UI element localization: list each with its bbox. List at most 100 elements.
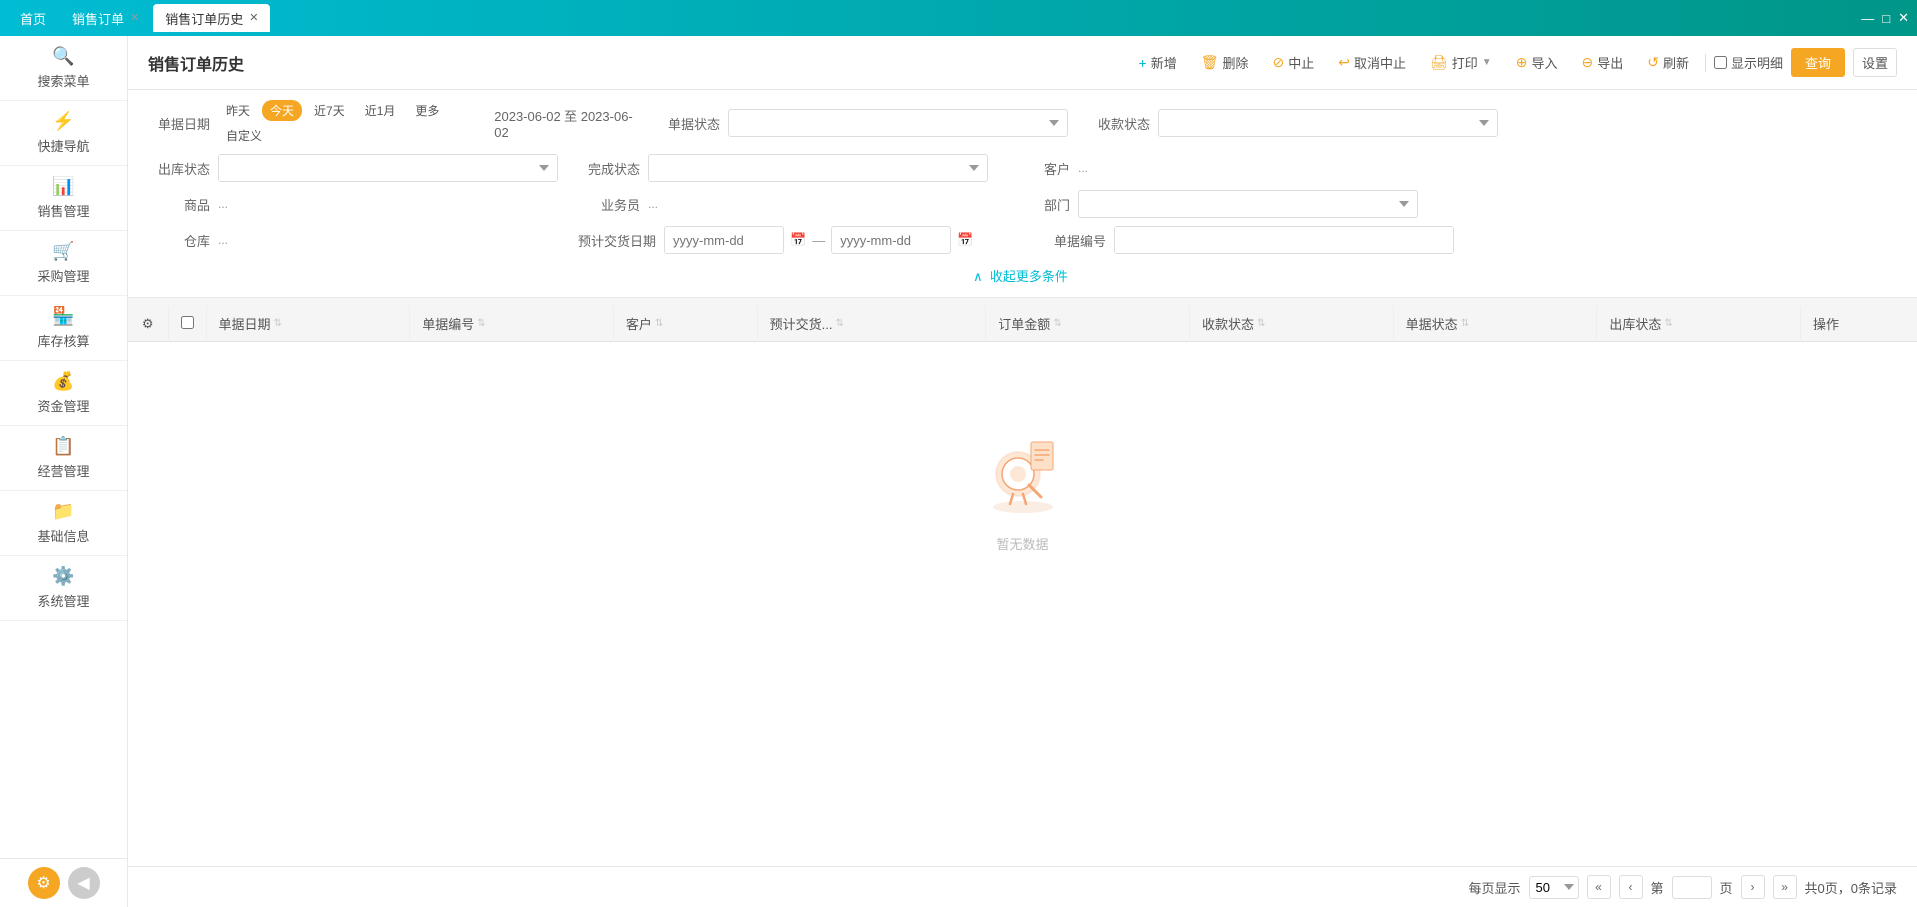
- th-out-status-sort[interactable]: 出库状态 ⇅: [1609, 314, 1788, 333]
- sidebar-item-operations-label: 经营管理: [37, 461, 89, 480]
- out-status-select[interactable]: [218, 154, 558, 182]
- page-next-btn[interactable]: ›: [1741, 875, 1765, 899]
- page-last-btn[interactable]: »: [1773, 875, 1797, 899]
- expected-date-control: 📅 — 📅: [664, 226, 1024, 254]
- th-checkbox[interactable]: [168, 306, 206, 342]
- date-tag-7days[interactable]: 近7天: [306, 100, 353, 121]
- export-label: 导出: [1597, 53, 1623, 72]
- print-button[interactable]: 🖨 打印 ▼: [1422, 49, 1500, 76]
- sidebar-item-search-menu[interactable]: 🔍 搜索菜单: [0, 36, 127, 101]
- page-prev-btn[interactable]: ‹: [1619, 875, 1643, 899]
- window-maximize-icon[interactable]: □: [1882, 11, 1890, 26]
- sidebar-item-quick-nav[interactable]: ⚡ 快捷导航: [0, 101, 127, 166]
- tab-home[interactable]: 首页: [8, 4, 58, 32]
- show-details-checkbox[interactable]: 显示明细: [1714, 53, 1783, 72]
- settings-button[interactable]: 设置: [1853, 48, 1897, 77]
- sidebar-settings-btn[interactable]: ⚙: [28, 867, 60, 899]
- sidebar-item-sales-mgmt[interactable]: 📊 销售管理: [0, 166, 127, 231]
- show-details-input[interactable]: [1714, 56, 1727, 69]
- export-button[interactable]: ⊖ 导出: [1573, 49, 1631, 76]
- cancel-stop-button[interactable]: ↩ 取消中止: [1330, 49, 1414, 76]
- salesperson-ellipsis[interactable]: ...: [648, 197, 658, 211]
- th-date-sort[interactable]: 单据日期 ⇅: [219, 314, 398, 333]
- dept-select[interactable]: [1078, 190, 1418, 218]
- th-out-status[interactable]: 出库状态 ⇅: [1597, 306, 1801, 342]
- sidebar-item-purchase-mgmt[interactable]: 🛒 采购管理: [0, 231, 127, 296]
- th-amount[interactable]: 订单金额 ⇅: [986, 306, 1190, 342]
- th-bill-no[interactable]: 单据编号 ⇅: [410, 306, 614, 342]
- sidebar-expand-btn[interactable]: ◀: [68, 867, 100, 899]
- date-tag-yesterday[interactable]: 昨天: [218, 100, 258, 121]
- window-close-icon[interactable]: ✕: [1898, 10, 1909, 26]
- th-receipt-status[interactable]: 收款状态 ⇅: [1189, 306, 1393, 342]
- basic-info-icon: 📁: [52, 501, 74, 522]
- import-button[interactable]: ⊕ 导入: [1508, 49, 1566, 76]
- page-number-input[interactable]: 1: [1672, 876, 1712, 899]
- th-amount-sort[interactable]: 订单金额 ⇅: [998, 314, 1177, 333]
- page-size-select[interactable]: 50 10 20 100: [1529, 876, 1579, 899]
- complete-status-select[interactable]: [648, 154, 988, 182]
- sidebar-item-inventory[interactable]: 🏪 库存核算: [0, 296, 127, 361]
- customer-ellipsis[interactable]: ...: [1078, 161, 1088, 175]
- th-customer[interactable]: 客户 ⇅: [613, 306, 757, 342]
- goods-ellipsis[interactable]: ...: [218, 197, 228, 211]
- th-bill-status[interactable]: 单据状态 ⇅: [1393, 306, 1597, 342]
- tab-sales-order-label: 销售订单: [72, 9, 124, 28]
- collapse-bar[interactable]: ∧ 收起更多条件: [148, 262, 1897, 287]
- th-amount-label: 订单金额: [998, 314, 1050, 333]
- tab-sales-order-close[interactable]: ✕: [130, 13, 139, 24]
- th-receipt-status-label: 收款状态: [1202, 314, 1254, 333]
- sidebar-item-basic-info[interactable]: 📁 基础信息: [0, 491, 127, 556]
- tab-sales-order-history-close[interactable]: ✕: [249, 13, 258, 24]
- th-customer-sort-icon: ⇅: [655, 318, 663, 329]
- th-expected-date-sort[interactable]: 预计交货... ⇅: [770, 314, 974, 333]
- th-customer-label: 客户: [626, 314, 652, 333]
- th-settings[interactable]: ⚙: [128, 306, 168, 342]
- delete-button[interactable]: 🗑 删除: [1193, 49, 1257, 76]
- system-mgmt-icon: ⚙️: [52, 566, 74, 587]
- receipt-status-select[interactable]: [1158, 109, 1498, 137]
- window-minimize-icon[interactable]: —: [1861, 11, 1874, 26]
- sidebar-item-quick-nav-label: 快捷导航: [37, 136, 89, 155]
- bill-number-label: 单据编号: [1044, 231, 1114, 250]
- stop-icon: ⊘: [1273, 54, 1285, 71]
- footer-pagination: 每页显示 50 10 20 100 « ‹ 第 1 页 › » 共0页，0条记录: [128, 866, 1917, 907]
- cancel-stop-icon: ↩: [1338, 54, 1350, 71]
- date-tag-more[interactable]: 更多: [407, 100, 447, 121]
- receipt-status-label: 收款状态: [1088, 114, 1158, 133]
- expected-date-start[interactable]: [664, 226, 784, 254]
- refresh-button[interactable]: ↺ 刷新: [1639, 49, 1697, 76]
- date-tag-today[interactable]: 今天: [262, 100, 302, 121]
- page-first-btn[interactable]: «: [1587, 875, 1611, 899]
- sidebar-item-system-mgmt[interactable]: ⚙️ 系统管理: [0, 556, 127, 621]
- refresh-icon: ↺: [1647, 54, 1659, 71]
- date-tag-1month[interactable]: 近1月: [357, 100, 404, 121]
- th-date[interactable]: 单据日期 ⇅: [206, 306, 410, 342]
- inventory-icon: 🏪: [52, 306, 74, 327]
- new-button[interactable]: + 新增: [1131, 49, 1185, 76]
- tab-sales-order-history[interactable]: 销售订单历史 ✕: [153, 4, 270, 32]
- sidebar-item-operations[interactable]: 📋 经营管理: [0, 426, 127, 491]
- receipt-status-control: [1158, 109, 1498, 137]
- th-date-sort-icon: ⇅: [274, 318, 282, 329]
- query-button[interactable]: 查询: [1791, 48, 1845, 77]
- stop-button[interactable]: ⊘ 中止: [1265, 49, 1323, 76]
- warehouse-ellipsis[interactable]: ...: [218, 233, 228, 247]
- bill-number-input[interactable]: [1114, 226, 1454, 254]
- th-bill-status-sort[interactable]: 单据状态 ⇅: [1406, 314, 1585, 333]
- th-bill-no-sort[interactable]: 单据编号 ⇅: [422, 314, 601, 333]
- tab-sales-order[interactable]: 销售订单 ✕: [60, 4, 151, 32]
- th-expected-date[interactable]: 预计交货... ⇅: [757, 306, 986, 342]
- sidebar-item-finance[interactable]: 💰 资金管理: [0, 361, 127, 426]
- cancel-stop-label: 取消中止: [1354, 53, 1406, 72]
- select-all-checkbox[interactable]: [181, 316, 194, 329]
- finance-icon: 💰: [52, 371, 74, 392]
- th-customer-sort[interactable]: 客户 ⇅: [626, 314, 745, 333]
- top-bar-right: — □ ✕: [1861, 10, 1909, 26]
- expected-date-end[interactable]: [831, 226, 951, 254]
- new-label: 新增: [1151, 53, 1177, 72]
- th-receipt-status-sort[interactable]: 收款状态 ⇅: [1202, 314, 1381, 333]
- sidebar-item-inventory-label: 库存核算: [37, 331, 89, 350]
- date-tag-custom[interactable]: 自定义: [218, 125, 270, 146]
- bill-status-select[interactable]: [728, 109, 1068, 137]
